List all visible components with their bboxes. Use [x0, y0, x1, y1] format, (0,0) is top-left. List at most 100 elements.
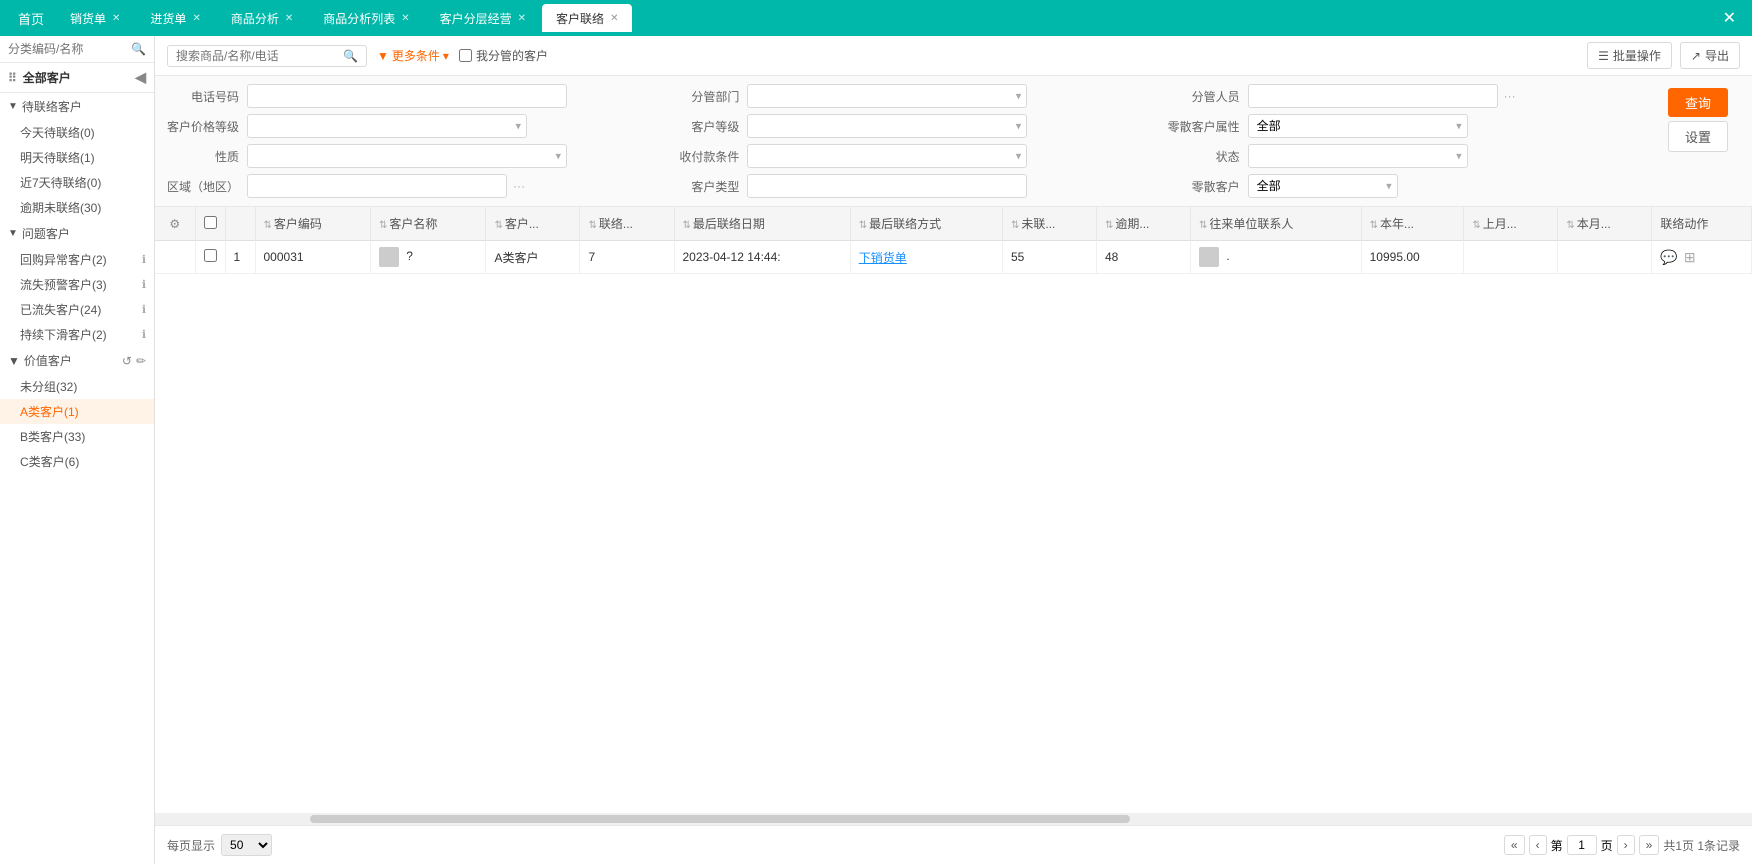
sidebar-item-churn-warning[interactable]: 流失预警客户(3) ℹ [0, 272, 154, 297]
last-page-button[interactable]: » [1639, 835, 1660, 855]
sidebar-item-7days-label: 近7天待联络(0) [20, 174, 101, 191]
sidebar-item-tomorrow[interactable]: 明天待联络(1) [0, 145, 154, 170]
sidebar-item-ungrouped-label: 未分组(32) [20, 378, 77, 395]
th-name[interactable]: ⇅客户名称 [370, 207, 485, 241]
tab-product-analysis-list[interactable]: 商品分析列表 ✕ [309, 4, 423, 32]
query-button[interactable]: 查询 [1668, 88, 1728, 117]
tab-customer-contact-close[interactable]: ✕ [610, 13, 618, 24]
page-total: 共1页 1条记录 [1663, 837, 1740, 854]
page-number-input[interactable] [1567, 835, 1597, 855]
horizontal-scrollbar[interactable] [155, 813, 1752, 825]
filter-dept-select[interactable] [747, 84, 1027, 108]
filter-manager-input[interactable] [1248, 84, 1498, 108]
info-icon-1: ℹ [142, 253, 146, 266]
sidebar-item-c-class[interactable]: C类客户(6) [0, 449, 154, 474]
sidebar-collapse-icon[interactable]: ◀ [135, 69, 146, 86]
sort-icon-code: ⇅ [264, 220, 272, 231]
section-problem-customers[interactable]: ▼ 问题客户 [0, 220, 154, 247]
settings-button[interactable]: 设置 [1668, 121, 1728, 152]
section-pending-contact[interactable]: ▼ 待联络客户 [0, 93, 154, 120]
tab-customer-segment-close[interactable]: ✕ [518, 13, 526, 24]
filter-region-dots[interactable]: ··· [507, 179, 531, 193]
next-page-button[interactable]: › [1617, 835, 1635, 855]
filter-retail-customer-wrapper: 全部 [1248, 174, 1398, 198]
sort-icon-last-month: ⇅ [1472, 220, 1480, 231]
filter-status-label: 状态 [1168, 148, 1248, 165]
sidebar-item-b-class[interactable]: B类客户(33) [0, 424, 154, 449]
sidebar-item-overdue[interactable]: 逾期未联络(30) [0, 195, 154, 220]
close-all-button[interactable]: ✕ [1715, 8, 1744, 28]
filter-nature-select[interactable] [247, 144, 567, 168]
th-code[interactable]: ⇅客户编码 [255, 207, 370, 241]
sidebar-search-icon[interactable]: 🔍 [131, 42, 146, 56]
sidebar-item-repurchase-abnormal[interactable]: 回购异常客户(2) ℹ [0, 247, 154, 272]
filter-customer-type-input[interactable] [747, 174, 1027, 198]
th-this-year[interactable]: ⇅本年... [1361, 207, 1464, 241]
sidebar-item-a-class[interactable]: A类客户(1) [0, 399, 154, 424]
filter-status-select[interactable] [1248, 144, 1468, 168]
th-last-month[interactable]: ⇅上月... [1464, 207, 1558, 241]
advanced-filters: 电话号码 分管部门 [155, 76, 1752, 207]
filter-retail-customer-select[interactable]: 全部 [1248, 174, 1398, 198]
action-grid-icon[interactable]: ⊞ [1684, 249, 1696, 266]
sidebar-item-today[interactable]: 今天待联络(0) [0, 120, 154, 145]
action-message-icon[interactable]: 💬 [1660, 249, 1677, 266]
sidebar-item-churned[interactable]: 已流失客户(24) ℹ [0, 297, 154, 322]
batch-operation-button[interactable]: ☰ 批量操作 [1587, 42, 1672, 69]
arrow-down-icon: ▼ [8, 101, 18, 112]
th-this-month[interactable]: ⇅本月... [1558, 207, 1652, 241]
filter-search-icon[interactable]: 🔍 [343, 49, 358, 63]
filter-row-2: 客户价格等级 客户等级 [167, 114, 1668, 138]
export-button[interactable]: ↗ 导出 [1680, 42, 1740, 69]
first-page-button[interactable]: « [1504, 835, 1525, 855]
th-company-contact[interactable]: ⇅往来单位联系人 [1191, 207, 1362, 241]
refresh-icon[interactable]: ↺ [122, 354, 132, 368]
tab-product-analysis-list-close[interactable]: ✕ [401, 13, 409, 24]
sort-icon-last-method: ⇅ [859, 220, 867, 231]
more-filters-btn[interactable]: ▼ 更多条件 ▾ [377, 47, 449, 64]
tab-product-analysis-close[interactable]: ✕ [285, 13, 293, 24]
filter-manager-dots[interactable]: ··· [1498, 89, 1522, 103]
th-checkbox [195, 207, 225, 241]
filter-phone-input[interactable] [247, 84, 567, 108]
th-last-method[interactable]: ⇅最后联络方式 [850, 207, 1002, 241]
tab-sales-order[interactable]: 销货单 ✕ [56, 4, 134, 32]
sidebar-all-customers[interactable]: ⠿ 全部客户 ◀ [0, 63, 154, 93]
select-all-checkbox[interactable] [204, 216, 217, 229]
edit-icon[interactable]: ✏ [136, 354, 146, 368]
th-last-date[interactable]: ⇅最后联络日期 [674, 207, 850, 241]
filter-dept-select-wrapper [747, 84, 1027, 108]
th-type[interactable]: ⇅客户... [486, 207, 580, 241]
my-customers-check[interactable] [459, 49, 472, 62]
tab-customer-contact[interactable]: 客户联络 ✕ [542, 4, 632, 32]
row-last-method[interactable]: 下销货单 [850, 241, 1002, 274]
row-select-checkbox[interactable] [204, 249, 217, 262]
sidebar-item-7days[interactable]: 近7天待联络(0) [0, 170, 154, 195]
sidebar-item-ungrouped[interactable]: 未分组(32) [0, 374, 154, 399]
tab-customer-segment[interactable]: 客户分层经营 ✕ [426, 4, 540, 32]
th-overdue[interactable]: ⇅逾期... [1097, 207, 1191, 241]
th-actions: 联络动作 [1652, 207, 1752, 241]
filter-customer-level-select[interactable] [747, 114, 1027, 138]
nav-home[interactable]: 首页 [8, 5, 54, 32]
row-index: 1 [225, 241, 255, 274]
tab-purchase-order-close[interactable]: ✕ [192, 13, 200, 24]
prev-page-button[interactable]: ‹ [1529, 835, 1547, 855]
my-customers-checkbox[interactable]: 我分管的客户 [459, 47, 548, 64]
filter-region-input[interactable] [247, 174, 507, 198]
page-size-select[interactable]: 50 100 200 [221, 834, 272, 856]
filter-price-level-select[interactable] [247, 114, 527, 138]
tab-purchase-order[interactable]: 进货单 ✕ [136, 4, 214, 32]
th-no-contact[interactable]: ⇅未联... [1002, 207, 1096, 241]
th-contact[interactable]: ⇅联络... [580, 207, 674, 241]
section-value-customers[interactable]: ▼ 价值客户 ↺ ✏ [0, 347, 154, 374]
filter-payment-select[interactable] [747, 144, 1027, 168]
filter-search-input[interactable] [176, 49, 339, 63]
th-gear[interactable]: ⚙ [155, 207, 195, 241]
sidebar-search-input[interactable] [8, 42, 127, 56]
sidebar-item-declining[interactable]: 持续下滑客户(2) ℹ [0, 322, 154, 347]
tab-product-analysis[interactable]: 商品分析 ✕ [217, 4, 307, 32]
tab-sales-order-close[interactable]: ✕ [112, 13, 120, 24]
filter-retail-attr-select[interactable]: 全部 [1248, 114, 1468, 138]
page-size-label: 每页显示 [167, 837, 215, 854]
